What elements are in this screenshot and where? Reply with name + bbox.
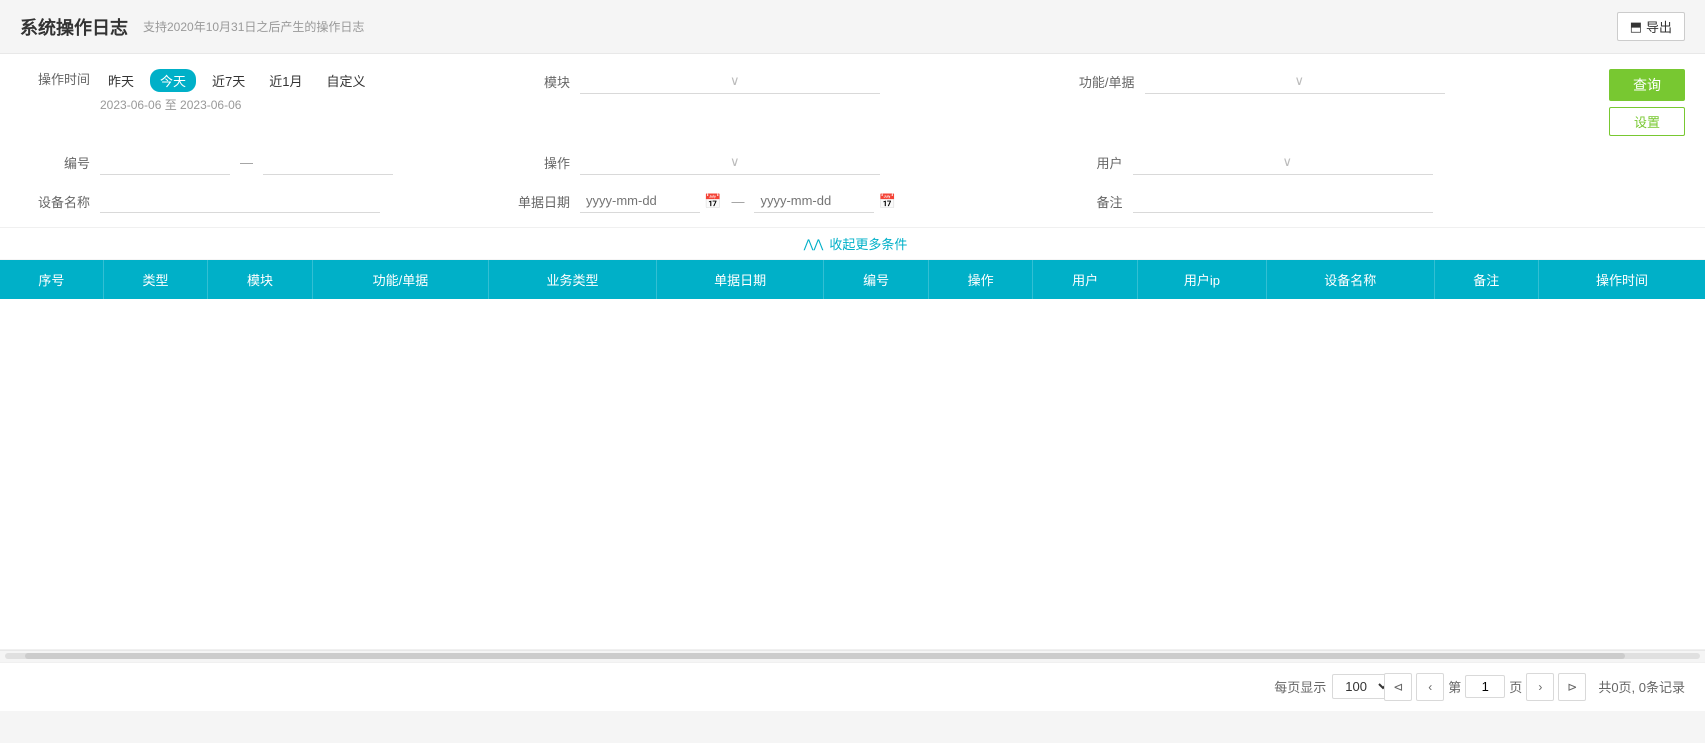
scrollbar-thumb [25, 653, 1625, 659]
scrollbar-track [5, 653, 1700, 659]
pagination-bar: 每页显示 100 50 200 ⊲ ‹ 第 页 › ⊳ 共0页, 0条记录 [0, 662, 1705, 711]
user-select[interactable]: ∨ [1133, 150, 1433, 175]
remark-input[interactable] [1133, 189, 1433, 213]
time-range: 2023-06-06 至 2023-06-06 [100, 96, 374, 113]
first-page-button[interactable]: ⊲ [1384, 673, 1412, 701]
data-table: 序号 类型 模块 功能/单据 业务类型 单据日期 编号 操作 用户 用户ip 设… [0, 260, 1705, 650]
page-label: 第 [1448, 677, 1461, 696]
col-op-time: 操作时间 [1539, 260, 1705, 299]
time-buttons: 昨天 今天 近7天 近1月 自定义 [100, 69, 374, 92]
serial-input-to[interactable] [263, 151, 393, 175]
export-icon: ⬒ [1630, 19, 1642, 35]
action-buttons: 查询 设置 [1609, 69, 1685, 136]
table-body [0, 299, 1705, 649]
function-select[interactable]: ∨ [1145, 69, 1445, 94]
module-select[interactable]: ∨ [580, 69, 880, 94]
total-info: 共0页, 0条记录 [1598, 677, 1685, 696]
per-page-select[interactable]: 100 50 200 [1332, 674, 1392, 699]
collapse-bar[interactable]: ⋀⋀ 收起更多条件 [0, 227, 1705, 259]
bill-date-to-wrapper: 📅 [754, 189, 895, 213]
next-page-button[interactable]: › [1526, 673, 1554, 701]
col-user-ip: 用户ip [1137, 260, 1266, 299]
table-container: 序号 类型 模块 功能/单据 业务类型 单据日期 编号 操作 用户 用户ip 设… [0, 260, 1705, 650]
col-operation: 操作 [928, 260, 1032, 299]
time-filter-group: 昨天 今天 近7天 近1月 自定义 2023-06-06 至 2023-06-0… [100, 69, 374, 113]
col-function: 功能/单据 [312, 260, 488, 299]
user-chevron-icon: ∨ [1283, 154, 1427, 170]
remark-label: 备注 [1053, 192, 1133, 211]
collapse-up-icon: ⋀⋀ [804, 237, 824, 251]
col-user: 用户 [1033, 260, 1137, 299]
settings-button[interactable]: 设置 [1609, 107, 1685, 136]
col-remark: 备注 [1434, 260, 1538, 299]
device-input[interactable] [100, 189, 380, 213]
bill-date-to[interactable] [754, 189, 874, 213]
filter-area: 操作时间 昨天 今天 近7天 近1月 自定义 2023-06-06 至 2023… [0, 54, 1705, 259]
pagination-nav: ⊲ ‹ 第 页 › ⊳ [1384, 673, 1586, 701]
bill-date-label: 单据日期 [500, 192, 580, 211]
time-btn-7days[interactable]: 近7天 [204, 69, 253, 92]
time-btn-yesterday[interactable]: 昨天 [100, 69, 142, 92]
bill-date-from-wrapper: 📅 [580, 189, 721, 213]
query-button[interactable]: 查询 [1609, 69, 1685, 101]
col-biz-type: 业务类型 [489, 260, 657, 299]
col-module: 模块 [208, 260, 312, 299]
col-serial: 序号 [0, 260, 103, 299]
serial-label: 编号 [20, 153, 100, 172]
time-btn-today[interactable]: 今天 [150, 69, 196, 92]
page-suffix: 页 [1509, 677, 1522, 696]
scrollbar-area[interactable] [0, 650, 1705, 662]
page-title: 系统操作日志 [20, 14, 128, 40]
function-chevron-icon: ∨ [1295, 73, 1439, 89]
module-label: 模块 [500, 72, 580, 91]
last-page-button[interactable]: ⊳ [1558, 673, 1586, 701]
calendar-to-icon[interactable]: 📅 [878, 193, 895, 210]
col-device: 设备名称 [1266, 260, 1434, 299]
device-label: 设备名称 [20, 192, 100, 211]
bill-date-from[interactable] [580, 189, 700, 213]
operation-label: 操作 [500, 153, 580, 172]
empty-row [0, 299, 1705, 649]
col-bill-date: 单据日期 [656, 260, 824, 299]
per-page-label: 每页显示 [1274, 677, 1326, 696]
time-label: 操作时间 [20, 69, 100, 88]
time-btn-custom[interactable]: 自定义 [319, 69, 374, 92]
col-serial-no: 编号 [824, 260, 928, 299]
function-label: 功能/单据 [1065, 72, 1145, 91]
table-header: 序号 类型 模块 功能/单据 业务类型 单据日期 编号 操作 用户 用户ip 设… [0, 260, 1705, 299]
export-button[interactable]: ⬒ 导出 [1617, 12, 1685, 41]
user-label: 用户 [1053, 153, 1133, 172]
col-type: 类型 [103, 260, 207, 299]
page-header: 系统操作日志 支持2020年10月31日之后产生的操作日志 ⬒ 导出 [0, 0, 1705, 54]
module-chevron-icon: ∨ [730, 73, 874, 89]
page-subtitle: 支持2020年10月31日之后产生的操作日志 [143, 18, 364, 35]
prev-page-button[interactable]: ‹ [1416, 673, 1444, 701]
operation-select[interactable]: ∨ [580, 150, 880, 175]
page-input[interactable] [1465, 675, 1505, 698]
time-btn-1month[interactable]: 近1月 [261, 69, 310, 92]
serial-input-from[interactable] [100, 151, 230, 175]
calendar-from-icon[interactable]: 📅 [704, 193, 721, 210]
operation-chevron-icon: ∨ [730, 154, 874, 170]
